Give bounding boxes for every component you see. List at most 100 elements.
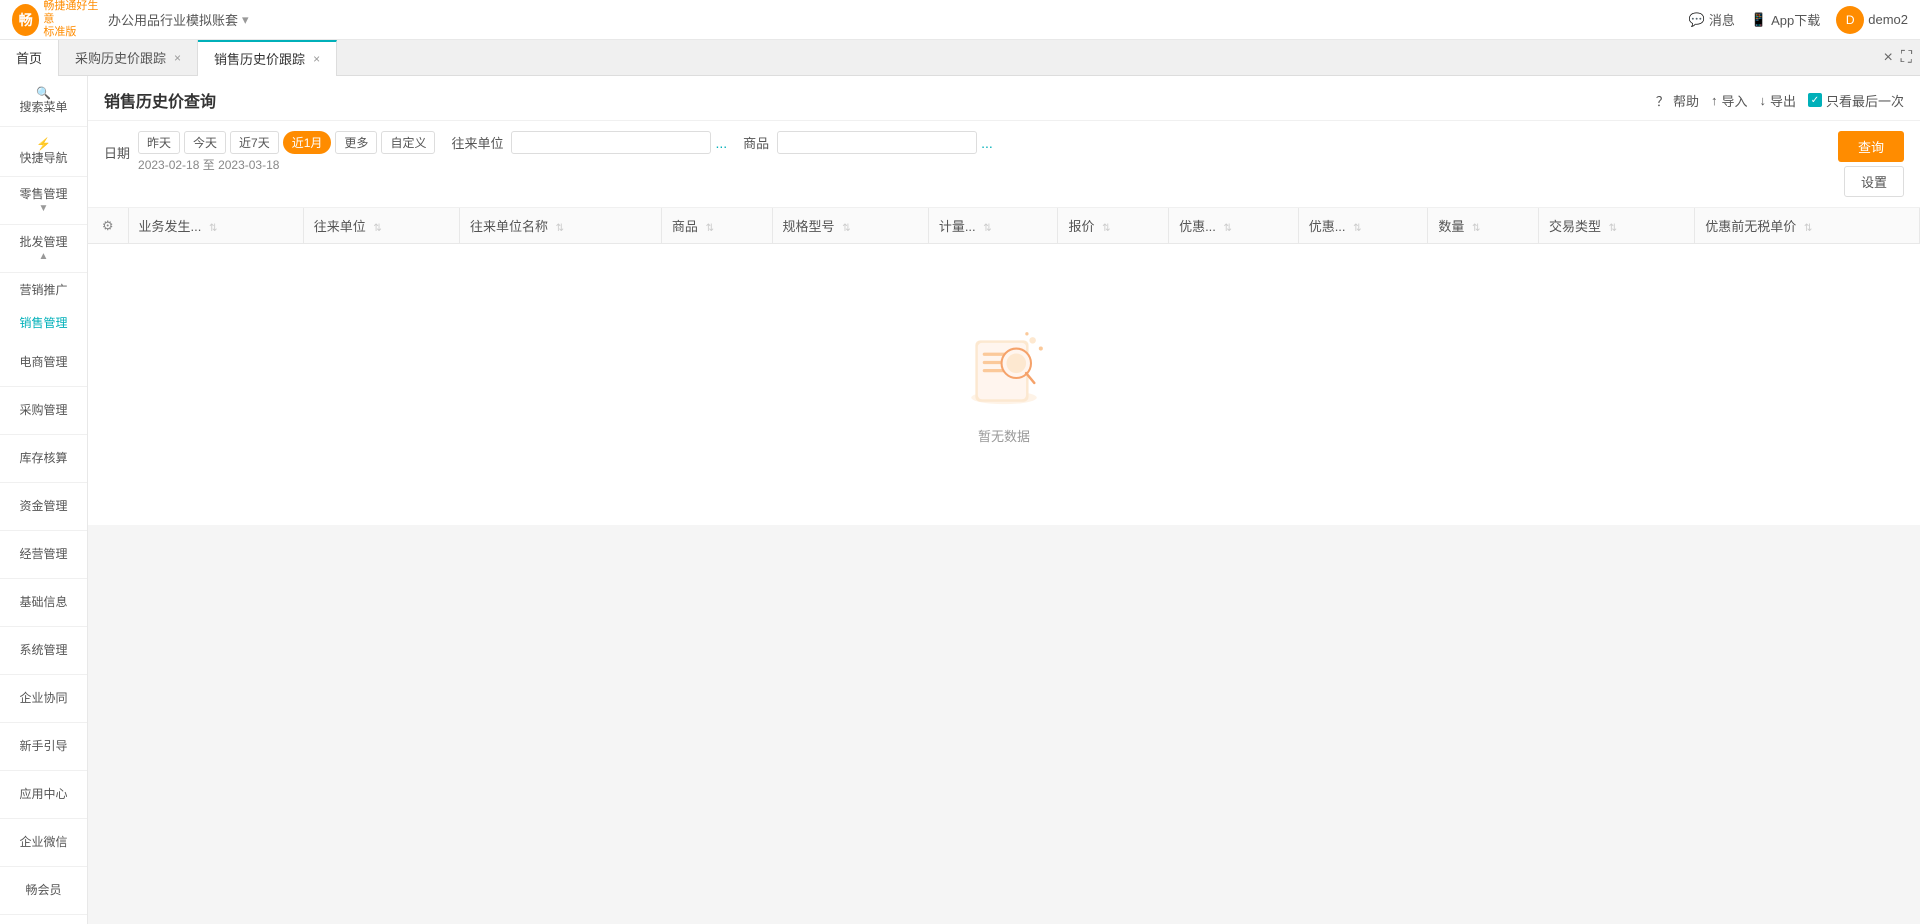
col-biz-date[interactable]: 业务发生... ⇅ <box>128 208 303 244</box>
sidebar: 🔍 搜索菜单 ⚡ 快捷导航 零售管理 ▼ 批发管理 ▲ 营销推广 销售管理 <box>0 76 88 924</box>
sidebar-item-system-mgmt[interactable]: 系统管理 <box>0 627 87 675</box>
col-spec[interactable]: 规格型号 ⇅ <box>772 208 928 244</box>
date-btn-custom[interactable]: 自定义 <box>381 131 435 154</box>
sort-icon: ⇅ <box>373 223 381 234</box>
col-settings[interactable]: ⚙ <box>88 208 128 244</box>
sort-icon: ⇅ <box>1102 223 1110 234</box>
logo-icon: 畅 <box>12 4 39 36</box>
company-selector[interactable]: 办公用品行业模拟账套 ▾ <box>108 10 249 29</box>
sidebar-item-basic-info[interactable]: 基础信息 <box>0 579 87 627</box>
sidebar-item-purchase-mgmt[interactable]: 采购管理 <box>0 387 87 435</box>
nav-icon: ⚡ <box>36 137 51 151</box>
col-quote[interactable]: 报价 ⇅ <box>1058 208 1169 244</box>
help-button[interactable]: ？ 帮助 <box>1656 91 1699 110</box>
tab-sales-history[interactable]: 销售历史价跟踪 × <box>198 40 337 76</box>
date-btn-7days[interactable]: 近7天 <box>230 131 279 154</box>
close-tab-purchase-icon[interactable]: × <box>174 51 181 65</box>
date-filter-label: 日期 <box>104 143 130 162</box>
only-last-checkbox-label: ✓ 只看最后一次 <box>1808 91 1904 110</box>
close-all-tabs-button[interactable]: × <box>1883 49 1892 67</box>
product-select-icon[interactable]: ... <box>981 135 993 151</box>
page-header: 销售历史价查询 ？ 帮助 ↑ 导入 ↓ 导出 <box>88 76 1920 121</box>
sort-icon: ⇅ <box>1804 223 1812 234</box>
sidebar-item-new-guide[interactable]: 新手引导 <box>0 723 87 771</box>
date-btn-yesterday[interactable]: 昨天 <box>138 131 180 154</box>
date-range-display: 2023-02-18 至 2023-03-18 <box>138 156 435 173</box>
import-icon: ↑ <box>1711 93 1718 108</box>
product-filter-group: 商品 ... <box>743 131 993 154</box>
sidebar-item-enterprise-wechat[interactable]: 企业微信 <box>0 819 87 867</box>
product-input[interactable] <box>777 131 977 154</box>
col-product[interactable]: 商品 ⇅ <box>661 208 772 244</box>
top-bar-right: 💬 消息 📱 App下载 D demo2 <box>1689 6 1908 34</box>
col-trade-type[interactable]: 交易类型 ⇅ <box>1538 208 1694 244</box>
main-content: 🔍 搜索菜单 ⚡ 快捷导航 零售管理 ▼ 批发管理 ▲ 营销推广 销售管理 <box>0 76 1920 924</box>
message-icon: 💬 <box>1689 12 1705 28</box>
tab-bar: 首页 采购历史价跟踪 × 销售历史价跟踪 × × ⛶ <box>0 40 1920 76</box>
date-filter-col: 昨天 今天 近7天 近1月 更多 自定义 2023-02-18 至 2023-0… <box>138 131 435 173</box>
page-header-actions: ？ 帮助 ↑ 导入 ↓ 导出 ✓ 只看最后一次 <box>1656 91 1904 110</box>
date-btn-more[interactable]: 更多 <box>335 131 377 154</box>
sidebar-item-member[interactable]: 畅会员 <box>0 867 87 915</box>
query-button[interactable]: 查询 <box>1838 131 1904 162</box>
date-filter-group: 日期 昨天 今天 近7天 近1月 更多 自定义 2023-02-18 至 202… <box>104 131 435 173</box>
date-btn-today[interactable]: 今天 <box>184 131 226 154</box>
page-title: 销售历史价查询 <box>104 88 216 112</box>
phone-icon: 📱 <box>1751 12 1767 28</box>
maximize-button[interactable]: ⛶ <box>1901 49 1912 67</box>
chevron-down-icon: ▼ <box>39 203 49 214</box>
page-content: 销售历史价查询 ？ 帮助 ↑ 导入 ↓ 导出 <box>88 76 1920 525</box>
tab-purchase-history[interactable]: 采购历史价跟踪 × <box>59 40 198 76</box>
user-area[interactable]: D demo2 <box>1836 6 1908 34</box>
sort-icon: ⇅ <box>842 223 850 234</box>
partner-select-icon[interactable]: ... <box>715 135 727 151</box>
chevron-up-icon: ▲ <box>39 251 49 262</box>
empty-illustration <box>954 324 1054 414</box>
sidebar-item-finance-mgmt[interactable]: 资金管理 <box>0 483 87 531</box>
message-button[interactable]: 💬 消息 <box>1689 10 1735 29</box>
table-wrapper: ⚙ 业务发生... ⇅ 往来单位 ⇅ <box>88 208 1920 244</box>
close-tab-sales-icon[interactable]: × <box>313 52 320 66</box>
date-btn-1month[interactable]: 近1月 <box>283 131 332 154</box>
top-bar: 畅 畅捷通好生意 标准版 办公用品行业模拟账套 ▾ 💬 消息 📱 App下载 D… <box>0 0 1920 40</box>
partner-input[interactable] <box>511 131 711 154</box>
sidebar-item-search-menu[interactable]: 🔍 搜索菜单 <box>0 76 87 127</box>
sidebar-item-sales-mgmt[interactable]: 销售管理 <box>0 306 87 339</box>
sidebar-item-marketing[interactable]: 营销推广 <box>0 273 87 306</box>
filter-actions: 查询 设置 <box>1838 131 1904 197</box>
sidebar-item-quick-nav[interactable]: ⚡ 快捷导航 <box>0 127 87 178</box>
sort-icon: ⇅ <box>1353 223 1361 234</box>
export-button[interactable]: ↓ 导出 <box>1759 91 1796 110</box>
sidebar-item-operations-mgmt[interactable]: 经营管理 <box>0 531 87 579</box>
chevron-down-icon: ▾ <box>242 12 249 28</box>
avatar: D <box>1836 6 1864 34</box>
sort-icon: ⇅ <box>706 223 714 234</box>
sidebar-item-wholesale-mgmt[interactable]: 批发管理 ▲ <box>0 225 87 273</box>
col-quantity[interactable]: 数量 ⇅ <box>1428 208 1539 244</box>
sidebar-item-inventory[interactable]: 库存核算 <box>0 435 87 483</box>
col-partner-code[interactable]: 往来单位 ⇅ <box>303 208 459 244</box>
only-last-checkbox[interactable]: ✓ <box>1808 93 1822 107</box>
sort-icon: ⇅ <box>1472 223 1480 234</box>
date-buttons: 昨天 今天 近7天 近1月 更多 自定义 <box>138 131 435 154</box>
empty-state: 暂无数据 <box>88 244 1920 525</box>
sidebar-item-retail-mgmt[interactable]: 零售管理 ▼ <box>0 177 87 225</box>
sort-icon: ⇅ <box>209 223 217 234</box>
sidebar-item-app-center[interactable]: 应用中心 <box>0 771 87 819</box>
import-button[interactable]: ↑ 导入 <box>1711 91 1748 110</box>
data-table: ⚙ 业务发生... ⇅ 往来单位 ⇅ <box>88 208 1920 244</box>
partner-filter-label: 往来单位 <box>451 133 503 152</box>
col-discount1[interactable]: 优惠... ⇅ <box>1169 208 1299 244</box>
logo-area: 畅 畅捷通好生意 标准版 <box>12 0 100 39</box>
sidebar-item-ecommerce-mgmt[interactable]: 电商管理 <box>0 339 87 387</box>
tab-home[interactable]: 首页 <box>0 40 59 76</box>
app-download-button[interactable]: 📱 App下载 <box>1751 10 1820 29</box>
sidebar-item-enterprise-collab[interactable]: 企业协同 <box>0 675 87 723</box>
gear-icon[interactable]: ⚙ <box>102 218 114 233</box>
col-partner-name[interactable]: 往来单位名称 ⇅ <box>460 208 662 244</box>
col-discount2[interactable]: 优惠... ⇅ <box>1298 208 1428 244</box>
col-pre-tax-price[interactable]: 优惠前无税单价 ⇅ <box>1695 208 1920 244</box>
settings-button[interactable]: 设置 <box>1844 166 1904 197</box>
col-unit[interactable]: 计量... ⇅ <box>928 208 1058 244</box>
filter-bar: 日期 昨天 今天 近7天 近1月 更多 自定义 2023-02-18 至 202… <box>88 121 1920 208</box>
